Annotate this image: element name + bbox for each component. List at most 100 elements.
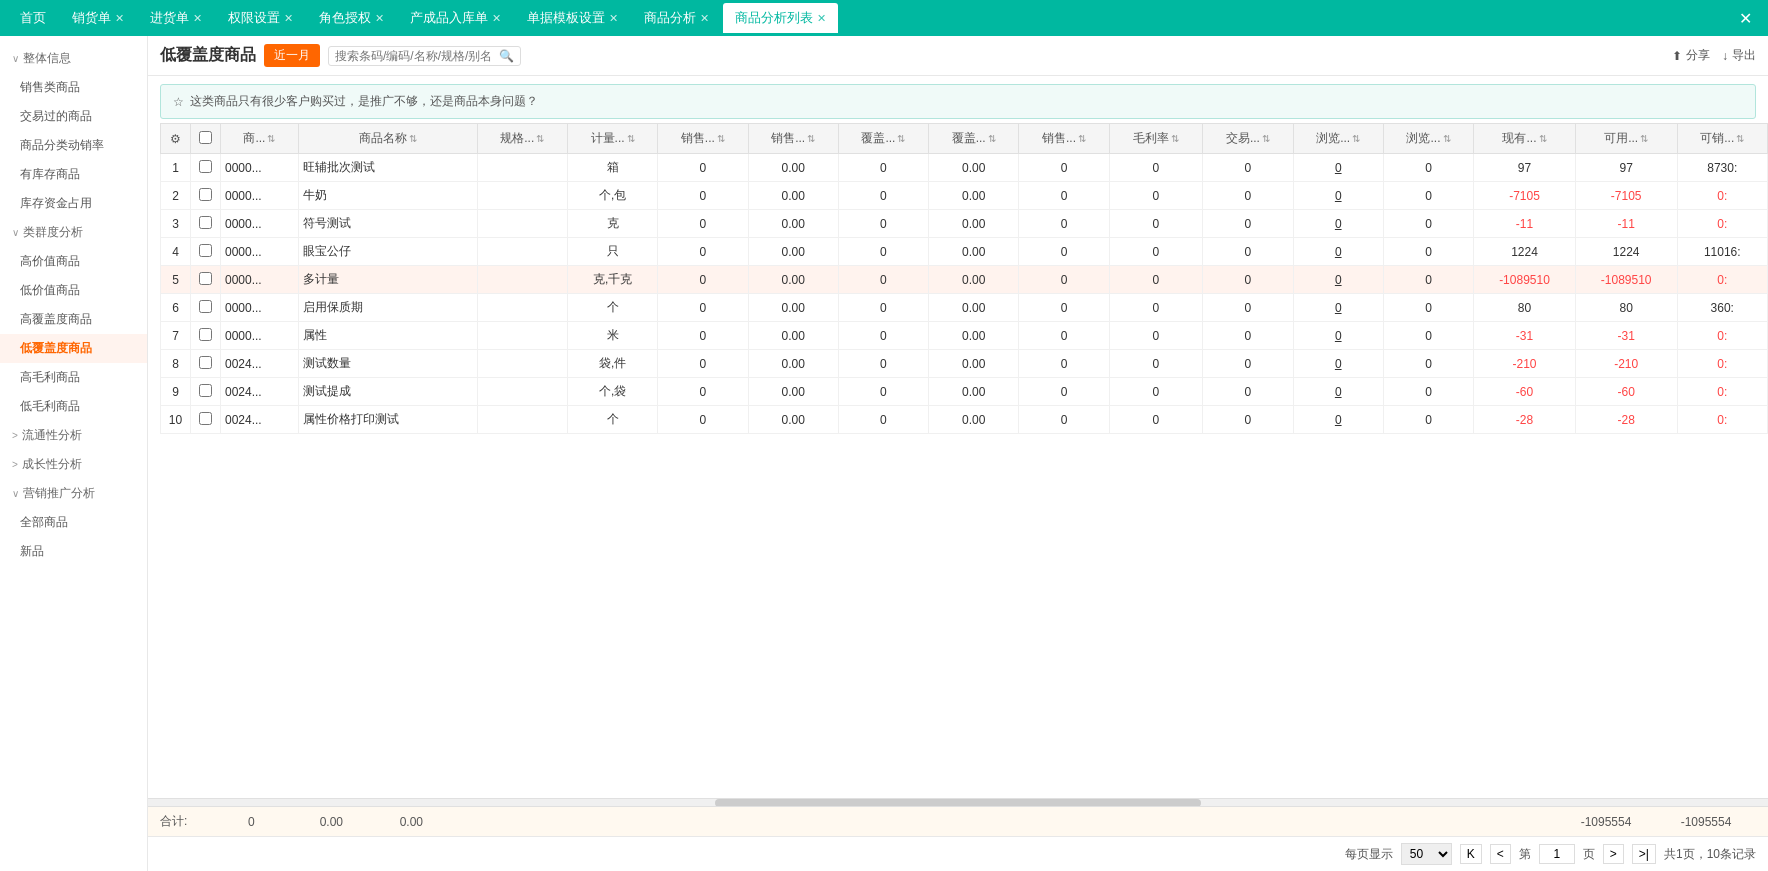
sidebar-item-all-goods[interactable]: 全部商品 — [0, 508, 147, 537]
col-name[interactable]: 商品名称⇅ — [298, 124, 477, 154]
row-views1[interactable]: 0 — [1293, 238, 1383, 266]
col-unit[interactable]: 计量...⇅ — [567, 124, 657, 154]
col-available-stock[interactable]: 可用...⇅ — [1575, 124, 1677, 154]
col-views1[interactable]: 浏览...⇅ — [1293, 124, 1383, 154]
table-row: 4 0000... 眼宝公仔 只 0 0.00 0 0.00 0 0 0 0 0… — [161, 238, 1768, 266]
row-checkbox[interactable] — [191, 350, 221, 378]
last-page-button[interactable]: >| — [1632, 844, 1656, 864]
row-checkbox[interactable] — [191, 182, 221, 210]
row-views1[interactable]: 0 — [1293, 182, 1383, 210]
search-input[interactable] — [335, 49, 495, 63]
col-spec[interactable]: 规格...⇅ — [477, 124, 567, 154]
sidebar-item-stocked-goods[interactable]: 有库存商品 — [0, 160, 147, 189]
row-select-checkbox[interactable] — [199, 384, 212, 397]
sidebar-item-low-value[interactable]: 低价值商品 — [0, 276, 147, 305]
row-views1[interactable]: 0 — [1293, 406, 1383, 434]
current-page-input[interactable] — [1539, 844, 1575, 864]
sidebar-item-traded-goods[interactable]: 交易过的商品 — [0, 102, 147, 131]
row-select-checkbox[interactable] — [199, 272, 212, 285]
nav-permission-settings[interactable]: 权限设置 ✕ — [216, 3, 305, 33]
close-icon[interactable]: ✕ — [609, 12, 618, 25]
row-select-checkbox[interactable] — [199, 160, 212, 173]
row-views1[interactable]: 0 — [1293, 294, 1383, 322]
row-checkbox[interactable] — [191, 322, 221, 350]
row-views1[interactable]: 0 — [1293, 154, 1383, 182]
close-icon[interactable]: ✕ — [284, 12, 293, 25]
search-icon[interactable]: 🔍 — [499, 49, 514, 63]
next-page-button[interactable]: > — [1603, 844, 1624, 864]
sidebar-section-cluster[interactable]: ∨ 类群度分析 — [0, 218, 147, 247]
col-code[interactable]: 商...⇅ — [221, 124, 299, 154]
sidebar-item-high-margin[interactable]: 高毛利商品 — [0, 363, 147, 392]
sidebar-section-overall[interactable]: ∨ 整体信息 — [0, 44, 147, 73]
col-gross-margin[interactable]: 毛利率⇅ — [1109, 124, 1203, 154]
first-page-button[interactable]: K — [1460, 844, 1482, 864]
row-views1[interactable]: 0 — [1293, 350, 1383, 378]
window-close-button[interactable]: ✕ — [1731, 5, 1760, 32]
select-all-checkbox[interactable] — [199, 131, 212, 144]
col-current-stock[interactable]: 现有...⇅ — [1474, 124, 1576, 154]
sidebar-item-high-value[interactable]: 高价值商品 — [0, 247, 147, 276]
row-views1[interactable]: 0 — [1293, 210, 1383, 238]
col-sales3[interactable]: 销售...⇅ — [1019, 124, 1109, 154]
row-select-checkbox[interactable] — [199, 188, 212, 201]
row-views1[interactable]: 0 — [1293, 322, 1383, 350]
nav-home[interactable]: 首页 — [8, 3, 58, 33]
col-coverage1[interactable]: 覆盖...⇅ — [838, 124, 928, 154]
close-icon[interactable]: ✕ — [193, 12, 202, 25]
close-icon[interactable]: ✕ — [700, 12, 709, 25]
row-sales-amt: 0.00 — [748, 266, 838, 294]
row-checkbox[interactable] — [191, 266, 221, 294]
export-button[interactable]: ↓ 导出 — [1722, 47, 1756, 64]
sidebar-item-capital-occupied[interactable]: 库存资金占用 — [0, 189, 147, 218]
share-button[interactable]: ⬆ 分享 — [1672, 47, 1710, 64]
close-icon[interactable]: ✕ — [817, 12, 826, 25]
col-views2[interactable]: 浏览...⇅ — [1383, 124, 1473, 154]
page-size-select[interactable]: 50 100 200 — [1401, 843, 1452, 865]
sidebar-item-sales-goods[interactable]: 销售类商品 — [0, 73, 147, 102]
sidebar-item-high-coverage[interactable]: 高覆盖度商品 — [0, 305, 147, 334]
col-checkbox[interactable] — [191, 124, 221, 154]
close-icon[interactable]: ✕ — [115, 12, 124, 25]
sidebar-item-new-goods[interactable]: 新品 — [0, 537, 147, 566]
horizontal-scrollbar[interactable] — [148, 798, 1768, 806]
nav-product-analysis[interactable]: 商品分析 ✕ — [632, 3, 721, 33]
row-views1[interactable]: 0 — [1293, 266, 1383, 294]
nav-sales-order[interactable]: 销货单 ✕ — [60, 3, 136, 33]
row-select-checkbox[interactable] — [199, 328, 212, 341]
row-select-checkbox[interactable] — [199, 216, 212, 229]
row-select-checkbox[interactable] — [199, 356, 212, 369]
sidebar-item-low-coverage[interactable]: 低覆盖度商品 — [0, 334, 147, 363]
row-checkbox[interactable] — [191, 406, 221, 434]
col-sales-qty[interactable]: 销售...⇅ — [658, 124, 748, 154]
row-checkbox[interactable] — [191, 238, 221, 266]
col-transaction[interactable]: 交易...⇅ — [1203, 124, 1293, 154]
sidebar-section-marketing[interactable]: ∨ 营销推广分析 — [0, 479, 147, 508]
row-checkbox[interactable] — [191, 294, 221, 322]
row-checkbox[interactable] — [191, 210, 221, 238]
close-icon[interactable]: ✕ — [492, 12, 501, 25]
row-select-checkbox[interactable] — [199, 412, 212, 425]
date-filter-button[interactable]: 近一月 — [264, 44, 320, 67]
sidebar-section-circulation[interactable]: > 流通性分析 — [0, 421, 147, 450]
nav-product-analysis-list[interactable]: 商品分析列表 ✕ — [723, 3, 838, 33]
col-coverage2[interactable]: 覆盖...⇅ — [929, 124, 1019, 154]
nav-product-warehouse[interactable]: 产成品入库单 ✕ — [398, 3, 513, 33]
nav-role-auth[interactable]: 角色授权 ✕ — [307, 3, 396, 33]
sidebar-section-growth[interactable]: > 成长性分析 — [0, 450, 147, 479]
row-select-checkbox[interactable] — [199, 244, 212, 257]
col-sales-amt[interactable]: 销售...⇅ — [748, 124, 838, 154]
data-table-container[interactable]: ⚙ 商...⇅ 商品名称⇅ 规格...⇅ 计量...⇅ 销售...⇅ 销售...… — [148, 123, 1768, 798]
col-settings[interactable]: ⚙ — [161, 124, 191, 154]
row-views1[interactable]: 0 — [1293, 378, 1383, 406]
nav-purchase-order[interactable]: 进货单 ✕ — [138, 3, 214, 33]
row-checkbox[interactable] — [191, 154, 221, 182]
col-sellable[interactable]: 可销...⇅ — [1677, 124, 1767, 154]
sidebar-item-category-rate[interactable]: 商品分类动销率 — [0, 131, 147, 160]
row-checkbox[interactable] — [191, 378, 221, 406]
row-select-checkbox[interactable] — [199, 300, 212, 313]
nav-template-settings[interactable]: 单据模板设置 ✕ — [515, 3, 630, 33]
sidebar-item-low-margin[interactable]: 低毛利商品 — [0, 392, 147, 421]
close-icon[interactable]: ✕ — [375, 12, 384, 25]
prev-page-button[interactable]: < — [1490, 844, 1511, 864]
